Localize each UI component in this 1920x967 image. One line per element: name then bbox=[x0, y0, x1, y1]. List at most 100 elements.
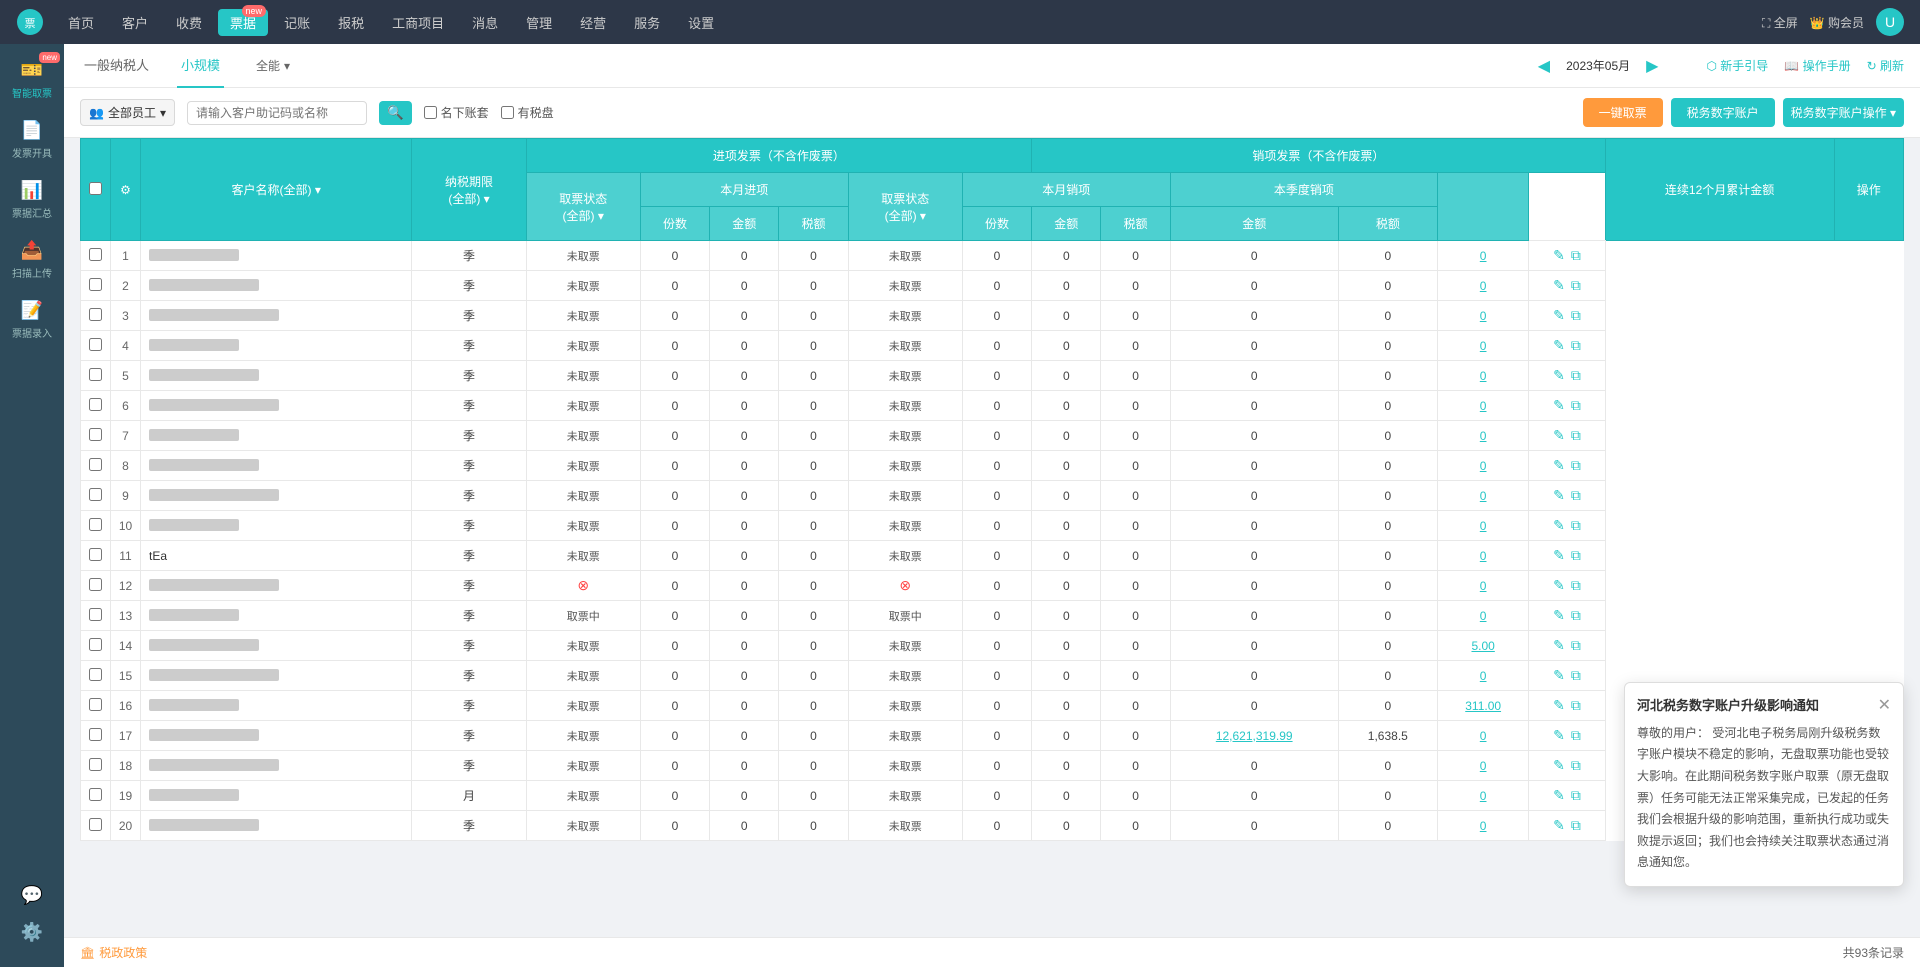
row-checkbox[interactable] bbox=[89, 818, 102, 831]
nav-service[interactable]: 服务 bbox=[622, 9, 672, 36]
copy-icon[interactable]: ⧉ bbox=[1571, 367, 1581, 384]
copy-icon[interactable]: ⧉ bbox=[1571, 487, 1581, 504]
sidebar-item-open-invoice[interactable]: 📄 发票开具 bbox=[4, 112, 60, 168]
new-guide-btn[interactable]: ⬡ 新手引导 bbox=[1706, 57, 1768, 74]
copy-icon[interactable]: ⧉ bbox=[1571, 307, 1581, 324]
nav-operation[interactable]: 经营 bbox=[568, 9, 618, 36]
tab-general-taxpayer[interactable]: 一般纳税人 bbox=[80, 44, 153, 88]
refresh-btn[interactable]: ↻ 刷新 bbox=[1867, 57, 1904, 74]
row-checkbox[interactable] bbox=[89, 788, 102, 801]
edit-icon[interactable]: ✎ bbox=[1553, 367, 1565, 384]
search-button[interactable]: 🔍 bbox=[379, 101, 412, 125]
manual-btn[interactable]: 📖 操作手册 bbox=[1784, 57, 1850, 74]
edit-icon[interactable]: ✎ bbox=[1553, 517, 1565, 534]
sidebar-item-entry[interactable]: 📝 票据录入 bbox=[4, 292, 60, 348]
copy-icon[interactable]: ⧉ bbox=[1571, 547, 1581, 564]
copy-icon[interactable]: ⧉ bbox=[1571, 277, 1581, 294]
user-avatar[interactable]: U bbox=[1876, 8, 1904, 36]
edit-icon[interactable]: ✎ bbox=[1553, 757, 1565, 774]
edit-icon[interactable]: ✎ bbox=[1553, 337, 1565, 354]
popup-close-btn[interactable]: ✕ bbox=[1878, 695, 1891, 715]
copy-icon[interactable]: ⧉ bbox=[1571, 757, 1581, 774]
row-checkbox[interactable] bbox=[89, 248, 102, 261]
copy-icon[interactable]: ⧉ bbox=[1571, 637, 1581, 654]
prev-period-btn[interactable]: ◀ bbox=[1538, 56, 1550, 76]
row-checkbox[interactable] bbox=[89, 518, 102, 531]
search-input[interactable] bbox=[187, 101, 367, 125]
sidebar-item-summary[interactable]: 📊 票据汇总 bbox=[4, 172, 60, 228]
copy-icon[interactable]: ⧉ bbox=[1571, 787, 1581, 804]
row-checkbox[interactable] bbox=[89, 278, 102, 291]
edit-icon[interactable]: ✎ bbox=[1553, 427, 1565, 444]
row-checkbox[interactable] bbox=[89, 368, 102, 381]
edit-icon[interactable]: ✎ bbox=[1553, 457, 1565, 474]
copy-icon[interactable]: ⧉ bbox=[1571, 607, 1581, 624]
copy-icon[interactable]: ⧉ bbox=[1571, 517, 1581, 534]
edit-icon[interactable]: ✎ bbox=[1553, 277, 1565, 294]
myaccount-check[interactable] bbox=[424, 106, 437, 119]
nav-settings[interactable]: 设置 bbox=[676, 9, 726, 36]
logo-icon[interactable]: 票 bbox=[16, 8, 44, 36]
copy-icon[interactable]: ⧉ bbox=[1571, 457, 1581, 474]
row-checkbox[interactable] bbox=[89, 428, 102, 441]
nav-manage[interactable]: 管理 bbox=[514, 9, 564, 36]
row-checkbox[interactable] bbox=[89, 338, 102, 351]
copy-icon[interactable]: ⧉ bbox=[1571, 727, 1581, 744]
nav-invoice[interactable]: 票据 new bbox=[218, 9, 268, 36]
copy-icon[interactable]: ⧉ bbox=[1571, 247, 1581, 264]
nav-billing[interactable]: 收费 bbox=[164, 9, 214, 36]
edit-icon[interactable]: ✎ bbox=[1553, 547, 1565, 564]
edit-icon[interactable]: ✎ bbox=[1553, 637, 1565, 654]
nav-business[interactable]: 工商项目 bbox=[380, 9, 456, 36]
sidebar-item-chat[interactable]: 💬 bbox=[4, 877, 60, 914]
taxdisk-checkbox[interactable]: 有税盘 bbox=[501, 104, 554, 121]
row-checkbox[interactable] bbox=[89, 578, 102, 591]
edit-icon[interactable]: ✎ bbox=[1553, 607, 1565, 624]
copy-icon[interactable]: ⧉ bbox=[1571, 397, 1581, 414]
next-period-btn[interactable]: ▶ bbox=[1646, 56, 1658, 76]
taxdisk-check[interactable] bbox=[501, 106, 514, 119]
tab-all-capability[interactable]: 全能 ▾ bbox=[256, 57, 290, 74]
row-checkbox[interactable] bbox=[89, 488, 102, 501]
row-checkbox[interactable] bbox=[89, 728, 102, 741]
tab-small-scale[interactable]: 小规模 bbox=[177, 44, 224, 88]
copy-icon[interactable]: ⧉ bbox=[1571, 427, 1581, 444]
edit-icon[interactable]: ✎ bbox=[1553, 817, 1565, 834]
employee-select[interactable]: 👥 全部员工 ▾ bbox=[80, 99, 175, 126]
copy-icon[interactable]: ⧉ bbox=[1571, 337, 1581, 354]
tax-digital-btn[interactable]: 税务数字账户 bbox=[1671, 98, 1775, 127]
edit-icon[interactable]: ✎ bbox=[1553, 247, 1565, 264]
copy-icon[interactable]: ⧉ bbox=[1571, 697, 1581, 714]
nav-tax[interactable]: 报税 bbox=[326, 9, 376, 36]
nav-accounting[interactable]: 记账 bbox=[272, 9, 322, 36]
row-checkbox[interactable] bbox=[89, 758, 102, 771]
nav-home[interactable]: 首页 bbox=[56, 9, 106, 36]
row-checkbox[interactable] bbox=[89, 608, 102, 621]
edit-icon[interactable]: ✎ bbox=[1553, 727, 1565, 744]
edit-icon[interactable]: ✎ bbox=[1553, 787, 1565, 804]
edit-icon[interactable]: ✎ bbox=[1553, 397, 1565, 414]
row-checkbox[interactable] bbox=[89, 458, 102, 471]
copy-icon[interactable]: ⧉ bbox=[1571, 667, 1581, 684]
edit-icon[interactable]: ✎ bbox=[1553, 487, 1565, 504]
row-checkbox[interactable] bbox=[89, 668, 102, 681]
row-checkbox[interactable] bbox=[89, 548, 102, 561]
tax-operation-btn[interactable]: 税务数字账户操作 ▾ bbox=[1783, 98, 1904, 127]
row-checkbox[interactable] bbox=[89, 638, 102, 651]
row-checkbox[interactable] bbox=[89, 698, 102, 711]
select-all-checkbox[interactable] bbox=[89, 182, 102, 195]
row-checkbox[interactable] bbox=[89, 308, 102, 321]
nav-message[interactable]: 消息 bbox=[460, 9, 510, 36]
edit-icon[interactable]: ✎ bbox=[1553, 697, 1565, 714]
fullscreen-btn[interactable]: ⛶ 全屏 bbox=[1762, 14, 1798, 31]
edit-icon[interactable]: ✎ bbox=[1553, 307, 1565, 324]
sidebar-item-gear[interactable]: ⚙️ bbox=[4, 914, 60, 951]
tax-policy-link[interactable]: 🏛 税政政策 bbox=[80, 944, 147, 961]
nav-client[interactable]: 客户 bbox=[110, 9, 160, 36]
copy-icon[interactable]: ⧉ bbox=[1571, 817, 1581, 834]
row-checkbox[interactable] bbox=[89, 398, 102, 411]
copy-icon[interactable]: ⧉ bbox=[1571, 577, 1581, 594]
one-key-btn[interactable]: 一键取票 bbox=[1583, 98, 1663, 127]
myaccount-checkbox[interactable]: 名下账套 bbox=[424, 104, 489, 121]
member-btn[interactable]: 👑 购会员 bbox=[1810, 14, 1864, 31]
